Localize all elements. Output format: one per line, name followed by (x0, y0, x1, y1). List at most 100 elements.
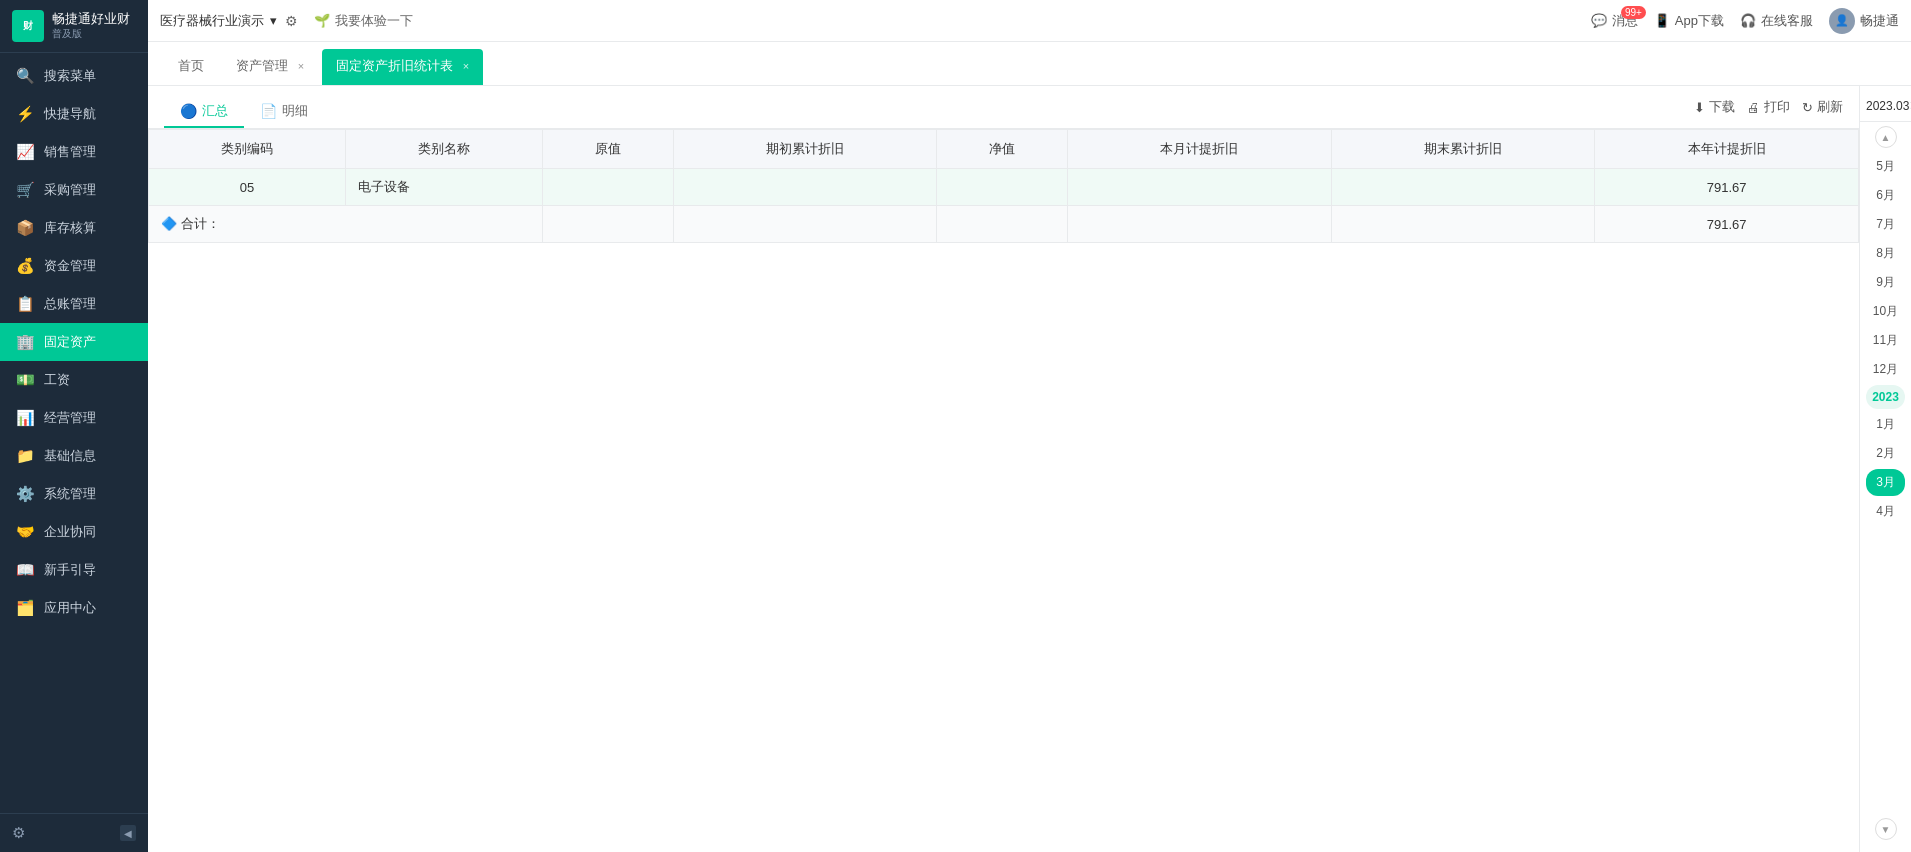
summary-icon: 🔵 (180, 103, 197, 119)
subtab-detail-label: 明细 (282, 102, 308, 120)
month-8[interactable]: 8月 (1860, 239, 1911, 268)
month-10[interactable]: 10月 (1860, 297, 1911, 326)
col-name: 类别名称 (346, 130, 543, 169)
main-area: 医疗器械行业演示 ▾ ⚙ 🌱 我要体验一下 💬 消息 99+ 📱 App下载 🎧… (148, 0, 1911, 852)
tab-asset-mgmt[interactable]: 资产管理 × (222, 49, 318, 85)
company-dropdown-icon: ▾ (270, 13, 277, 28)
total-annual-depr: 791.67 (1595, 206, 1859, 243)
operations-icon: 📊 (16, 409, 34, 427)
tab-asset-mgmt-label: 资产管理 (236, 58, 288, 73)
app-download-label: App下载 (1675, 12, 1724, 30)
year-2023-label[interactable]: 2023 (1866, 385, 1905, 409)
sidebar-item-ledger[interactable]: 📋 总账管理 (0, 285, 148, 323)
print-icon: 🖨 (1747, 100, 1760, 115)
col-opening-depr: 期初累计折旧 (673, 130, 937, 169)
month-12[interactable]: 12月 (1860, 355, 1911, 384)
sidebar-item-app-center[interactable]: 🗂️ 应用中心 (0, 589, 148, 627)
search-icon: 🔍 (16, 67, 34, 85)
topbar: 医疗器械行业演示 ▾ ⚙ 🌱 我要体验一下 💬 消息 99+ 📱 App下载 🎧… (148, 0, 1911, 42)
content-main: 🔵 汇总 📄 明细 ⬇ 下载 🖨 打印 (148, 86, 1859, 852)
sidebar-item-payroll[interactable]: 💵 工资 (0, 361, 148, 399)
inventory-icon: 📦 (16, 219, 34, 237)
print-btn[interactable]: 🖨 打印 (1747, 98, 1790, 116)
sidebar-item-fixed-assets[interactable]: 🏢 固定资产 (0, 323, 148, 361)
tab-depreciation-label: 固定资产折旧统计表 (336, 58, 453, 73)
tab-asset-mgmt-close[interactable]: × (298, 60, 304, 72)
col-annual-depr: 本年计提折旧 (1595, 130, 1859, 169)
experience-label: 我要体验一下 (335, 12, 413, 30)
tab-depreciation-close[interactable]: × (463, 60, 469, 72)
avatar: 👤 (1829, 8, 1855, 34)
subtab-summary[interactable]: 🔵 汇总 (164, 96, 244, 128)
quick-nav-icon: ⚡ (16, 105, 34, 123)
cell-code: 05 (149, 169, 346, 206)
panel-scroll-down[interactable]: ▼ (1860, 814, 1911, 844)
sidebar-item-basic-info[interactable]: 📁 基础信息 (0, 437, 148, 475)
guide-icon: 📖 (16, 561, 34, 579)
sidebar-item-quick-nav[interactable]: ⚡ 快捷导航 (0, 95, 148, 133)
subtab-bar: 🔵 汇总 📄 明细 (148, 86, 1678, 128)
total-label: 🔷合计： (149, 206, 543, 243)
message-btn[interactable]: 💬 消息 99+ (1591, 12, 1638, 30)
sidebar-item-purchase[interactable]: 🛒 采购管理 (0, 171, 148, 209)
ledger-icon: 📋 (16, 295, 34, 313)
download-label: 下载 (1709, 98, 1735, 116)
sidebar-item-search[interactable]: 🔍 搜索菜单 (0, 57, 148, 95)
month-7[interactable]: 7月 (1860, 210, 1911, 239)
total-opening-depr (673, 206, 937, 243)
company-selector[interactable]: 医疗器械行业演示 ▾ (160, 12, 277, 30)
sidebar-item-finance[interactable]: 💰 资金管理 (0, 247, 148, 285)
sidebar-item-sales[interactable]: 📈 销售管理 (0, 133, 148, 171)
col-monthly-depr: 本月计提折旧 (1067, 130, 1331, 169)
message-icon: 💬 (1591, 13, 1607, 28)
tab-depreciation[interactable]: 固定资产折旧统计表 × (322, 49, 483, 85)
subtab-detail[interactable]: 📄 明细 (244, 96, 324, 128)
month-1[interactable]: 1月 (1860, 410, 1911, 439)
month-3-current[interactable]: 3月 (1866, 469, 1905, 496)
scroll-down-btn[interactable]: ▼ (1875, 818, 1897, 840)
col-closing-depr: 期末累计折旧 (1331, 130, 1595, 169)
sidebar-footer: ⚙ ◀ (0, 813, 148, 852)
sidebar-collapse-btn[interactable]: ◀ (120, 825, 136, 841)
sidebar-item-enterprise[interactable]: 🤝 企业协同 (0, 513, 148, 551)
download-icon: ⬇ (1694, 100, 1705, 115)
month-6[interactable]: 6月 (1860, 181, 1911, 210)
customer-service-btn[interactable]: 🎧 在线客服 (1740, 12, 1813, 30)
print-label: 打印 (1764, 98, 1790, 116)
month-2[interactable]: 2月 (1860, 439, 1911, 468)
sidebar-item-inventory[interactable]: 📦 库存核算 (0, 209, 148, 247)
settings-icon[interactable]: ⚙ (12, 824, 25, 842)
month-5[interactable]: 5月 (1860, 152, 1911, 181)
sidebar-item-label: 快捷导航 (44, 105, 96, 123)
app-download-icon: 📱 (1654, 13, 1670, 28)
customer-service-label: 在线客服 (1761, 12, 1813, 30)
right-panel-header: 2023.03 ✕ ⤢ (1860, 94, 1911, 122)
refresh-icon: ↻ (1802, 100, 1813, 115)
depreciation-table: 类别编码 类别名称 原值 期初累计折旧 净值 本月计提折旧 期末累计折旧 本年计… (148, 129, 1859, 243)
sidebar-item-label: 应用中心 (44, 599, 96, 617)
sidebar-item-system[interactable]: ⚙️ 系统管理 (0, 475, 148, 513)
detail-icon: 📄 (260, 103, 277, 119)
month-9[interactable]: 9月 (1860, 268, 1911, 297)
sidebar-item-guide[interactable]: 📖 新手引导 (0, 551, 148, 589)
cell-name: 电子设备 (346, 169, 543, 206)
experience-btn[interactable]: 🌱 我要体验一下 (314, 12, 413, 30)
tab-home[interactable]: 首页 (164, 49, 218, 85)
total-monthly-depr (1067, 206, 1331, 243)
content-area: 🔵 汇总 📄 明细 ⬇ 下载 🖨 打印 (148, 86, 1911, 852)
logo-text: 畅捷通好业财 (52, 11, 130, 28)
total-original (543, 206, 674, 243)
sidebar-item-label: 系统管理 (44, 485, 96, 503)
experience-icon: 🌱 (314, 13, 330, 28)
app-download-btn[interactable]: 📱 App下载 (1654, 12, 1724, 30)
month-4[interactable]: 4月 (1860, 497, 1911, 526)
user-menu[interactable]: 👤 畅捷通 (1829, 8, 1899, 34)
refresh-btn[interactable]: ↻ 刷新 (1802, 98, 1843, 116)
settings-gear-icon[interactable]: ⚙ (285, 13, 298, 29)
download-btn[interactable]: ⬇ 下载 (1694, 98, 1735, 116)
month-11[interactable]: 11月 (1860, 326, 1911, 355)
sidebar-item-operations[interactable]: 📊 经营管理 (0, 399, 148, 437)
panel-scroll-up[interactable]: ▲ (1860, 122, 1911, 152)
scroll-up-btn[interactable]: ▲ (1875, 126, 1897, 148)
user-name: 畅捷通 (1860, 12, 1899, 30)
